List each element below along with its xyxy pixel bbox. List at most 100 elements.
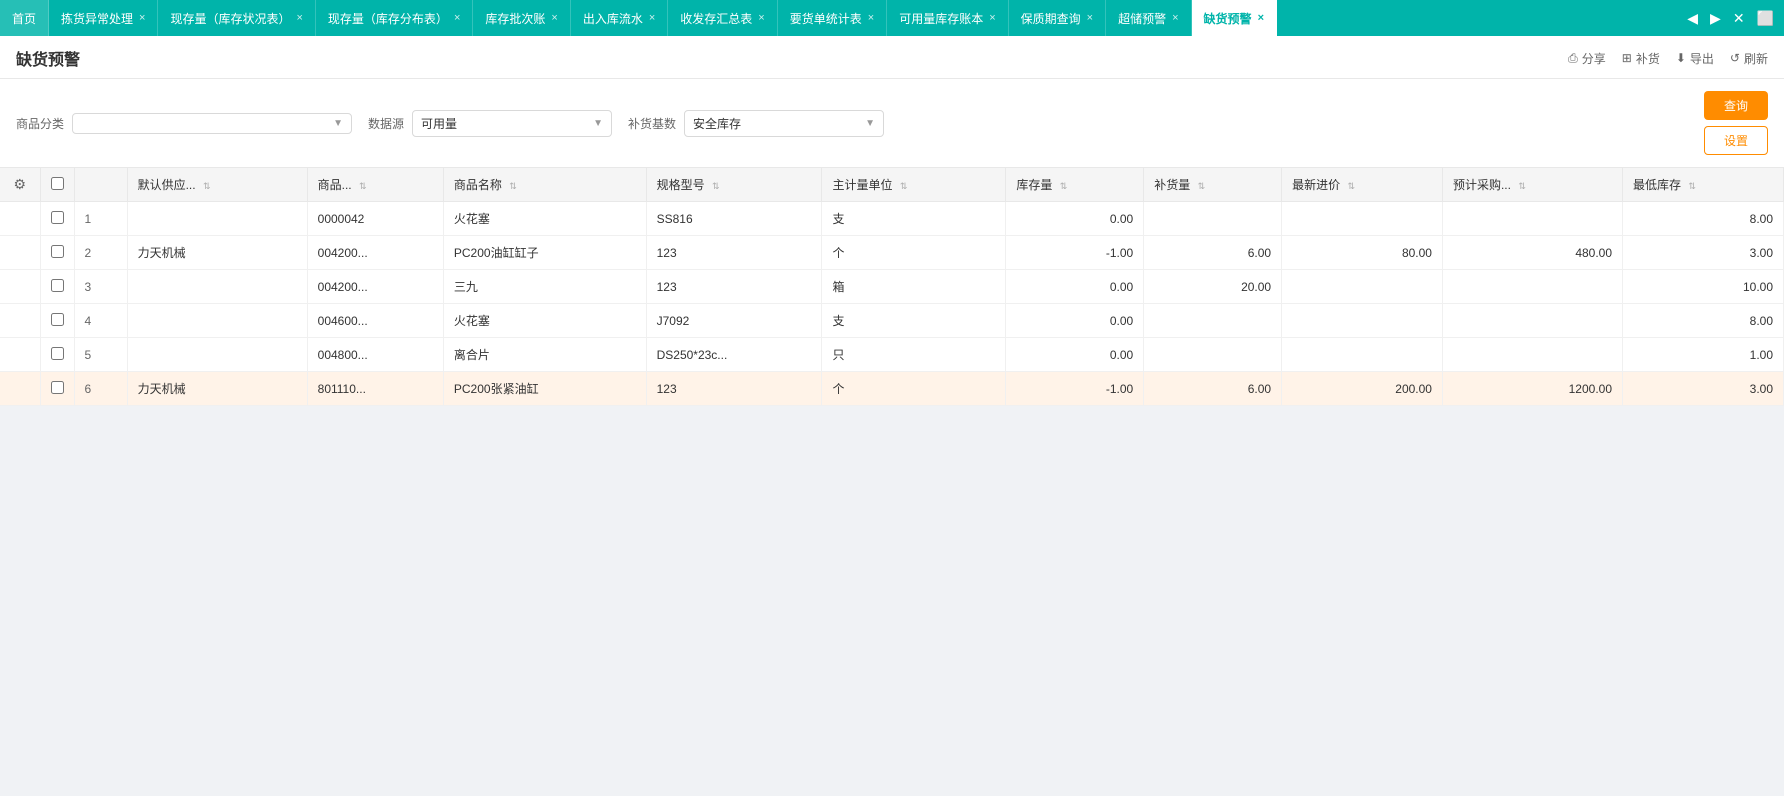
sort-icon-latest_price: ⇅ <box>1347 181 1355 191</box>
col-header-replenish_qty[interactable]: 补货量 ⇅ <box>1144 168 1282 202</box>
cell-product_name: PC200张紧油缸 <box>443 372 646 406</box>
col-header-unit[interactable]: 主计量单位 ⇅ <box>822 168 1006 202</box>
shortage-table: ⚙ 默认供应... ⇅商品... ⇅商品名称 ⇅规格型号 ⇅主计量单位 ⇅库存量 … <box>0 167 1784 406</box>
cell-row_num: 3 <box>74 270 127 304</box>
refresh-button[interactable]: ↺ 刷新 <box>1730 50 1768 67</box>
cell-unit: 个 <box>822 236 1006 270</box>
row-checkbox[interactable] <box>51 381 64 394</box>
tab-close-demand-stat[interactable]: × <box>868 12 874 24</box>
export-button[interactable]: ⬇ 导出 <box>1676 50 1714 67</box>
tab-close-inout-flow[interactable]: × <box>649 12 655 24</box>
cell-est_purchase <box>1442 304 1622 338</box>
gear-settings-icon[interactable]: ⚙ <box>13 176 26 192</box>
datasource-select[interactable]: 可用量 ▼ <box>412 110 612 137</box>
cell-est_purchase <box>1442 338 1622 372</box>
row-checkbox[interactable] <box>51 245 64 258</box>
tab-label-inventory-dist: 现存量（库存分布表） <box>328 10 448 27</box>
tab-next-button[interactable]: ▶ <box>1704 6 1727 31</box>
cell-product_name: PC200油缸缸子 <box>443 236 646 270</box>
tab-label-shortage: 缺货预警 <box>1204 10 1252 27</box>
tab-demand-stat[interactable]: 要货单统计表 × <box>778 0 887 36</box>
tab-close-available-ledger[interactable]: × <box>989 12 995 24</box>
row-checkbox[interactable] <box>51 347 64 360</box>
cell-stock_qty: 0.00 <box>1006 270 1144 304</box>
cell-min_stock: 8.00 <box>1623 304 1784 338</box>
filter-actions: 查询 设置 <box>1704 91 1768 155</box>
col-header-product_code[interactable]: 商品... ⇅ <box>307 168 443 202</box>
tab-close-expiry-query[interactable]: × <box>1087 12 1093 24</box>
tab-receipt-summary[interactable]: 收发存汇总表 × <box>668 0 777 36</box>
tab-inventory-status[interactable]: 现存量（库存状况表） × <box>158 0 315 36</box>
col-header-est_purchase[interactable]: 预计采购... ⇅ <box>1442 168 1622 202</box>
row-checkbox[interactable] <box>51 313 64 326</box>
replenish-base-select[interactable]: 安全库存 ▼ <box>684 110 884 137</box>
category-select[interactable]: ▼ <box>72 113 352 134</box>
cell-row_num: 6 <box>74 372 127 406</box>
cell-est_purchase <box>1442 202 1622 236</box>
tab-expiry-query[interactable]: 保质期查询 × <box>1009 0 1106 36</box>
cell-est_purchase: 1200.00 <box>1442 372 1622 406</box>
cell-checkbox <box>40 372 74 406</box>
tab-inout-flow[interactable]: 出入库流水 × <box>571 0 668 36</box>
col-header-stock_qty[interactable]: 库存量 ⇅ <box>1006 168 1144 202</box>
tab-label-inventory-status: 现存量（库存状况表） <box>170 10 290 27</box>
cell-default_supplier: 力天机械 <box>127 372 307 406</box>
cell-latest_price <box>1282 202 1443 236</box>
tab-home[interactable]: 首页 <box>0 0 49 36</box>
settings-button[interactable]: 设置 <box>1704 126 1768 155</box>
cell-est_purchase: 480.00 <box>1442 236 1622 270</box>
cell-checkbox <box>40 338 74 372</box>
sort-icon-spec: ⇅ <box>712 181 720 191</box>
tab-close-overstock[interactable]: × <box>1172 12 1178 24</box>
cell-row_num: 2 <box>74 236 127 270</box>
col-header-min_stock[interactable]: 最低库存 ⇅ <box>1623 168 1784 202</box>
cell-default_supplier <box>127 304 307 338</box>
tab-maximize-button[interactable]: ⬜ <box>1751 6 1780 31</box>
tab-nav-buttons: ◀ ▶ ✕ ⬜ <box>1681 6 1784 31</box>
tab-batch-account[interactable]: 库存批次账 × <box>473 0 570 36</box>
col-header-spec[interactable]: 规格型号 ⇅ <box>646 168 822 202</box>
col-header-default_supplier[interactable]: 默认供应... ⇅ <box>127 168 307 202</box>
tab-exception[interactable]: 拣货异常处理 × <box>49 0 158 36</box>
replenish-icon: ⊞ <box>1622 51 1632 65</box>
replenish-base-chevron-icon: ▼ <box>865 118 875 129</box>
query-button[interactable]: 查询 <box>1704 91 1768 120</box>
cell-spec: DS250*23c... <box>646 338 822 372</box>
sort-icon-est_purchase: ⇅ <box>1518 181 1526 191</box>
tab-close-inventory-status[interactable]: × <box>296 12 302 24</box>
cell-replenish_qty <box>1144 202 1282 236</box>
datasource-chevron-icon: ▼ <box>593 118 603 129</box>
tab-close-exception[interactable]: × <box>139 12 145 24</box>
cell-latest_price <box>1282 270 1443 304</box>
cell-min_stock: 3.00 <box>1623 372 1784 406</box>
table-row: 2力天机械004200...PC200油缸缸子123个-1.006.0080.0… <box>0 236 1784 270</box>
tab-close-shortage[interactable]: × <box>1258 12 1264 24</box>
share-button[interactable]: ⎙ 分享 <box>1568 50 1606 67</box>
cell-replenish_qty: 6.00 <box>1144 236 1282 270</box>
tab-inventory-dist[interactable]: 现存量（库存分布表） × <box>316 0 473 36</box>
cell-gear <box>0 304 40 338</box>
cell-stock_qty: -1.00 <box>1006 236 1144 270</box>
tab-overstock[interactable]: 超储预警 × <box>1106 0 1191 36</box>
tab-close-batch-account[interactable]: × <box>551 12 557 24</box>
row-checkbox[interactable] <box>51 211 64 224</box>
cell-stock_qty: -1.00 <box>1006 372 1144 406</box>
table-row: 10000042火花塞SS816支0.008.00 <box>0 202 1784 236</box>
row-checkbox[interactable] <box>51 279 64 292</box>
tab-prev-button[interactable]: ◀ <box>1681 6 1704 31</box>
replenish-base-filter-group: 补货基数 安全库存 ▼ <box>628 110 884 137</box>
col-header-product_name[interactable]: 商品名称 ⇅ <box>443 168 646 202</box>
replenish-button[interactable]: ⊞ 补货 <box>1622 50 1660 67</box>
tab-close-all-button[interactable]: ✕ <box>1727 6 1751 31</box>
tab-shortage[interactable]: 缺货预警 × <box>1192 0 1277 36</box>
select-all-checkbox[interactable] <box>51 177 64 190</box>
tab-bar: 首页拣货异常处理 ×现存量（库存状况表） ×现存量（库存分布表） ×库存批次账 … <box>0 0 1784 36</box>
cell-default_supplier <box>127 270 307 304</box>
tab-close-receipt-summary[interactable]: × <box>758 12 764 24</box>
cell-gear <box>0 236 40 270</box>
cell-unit: 箱 <box>822 270 1006 304</box>
tab-close-inventory-dist[interactable]: × <box>454 12 460 24</box>
tab-available-ledger[interactable]: 可用量库存账本 × <box>887 0 1008 36</box>
col-header-latest_price[interactable]: 最新进价 ⇅ <box>1282 168 1443 202</box>
cell-unit: 只 <box>822 338 1006 372</box>
